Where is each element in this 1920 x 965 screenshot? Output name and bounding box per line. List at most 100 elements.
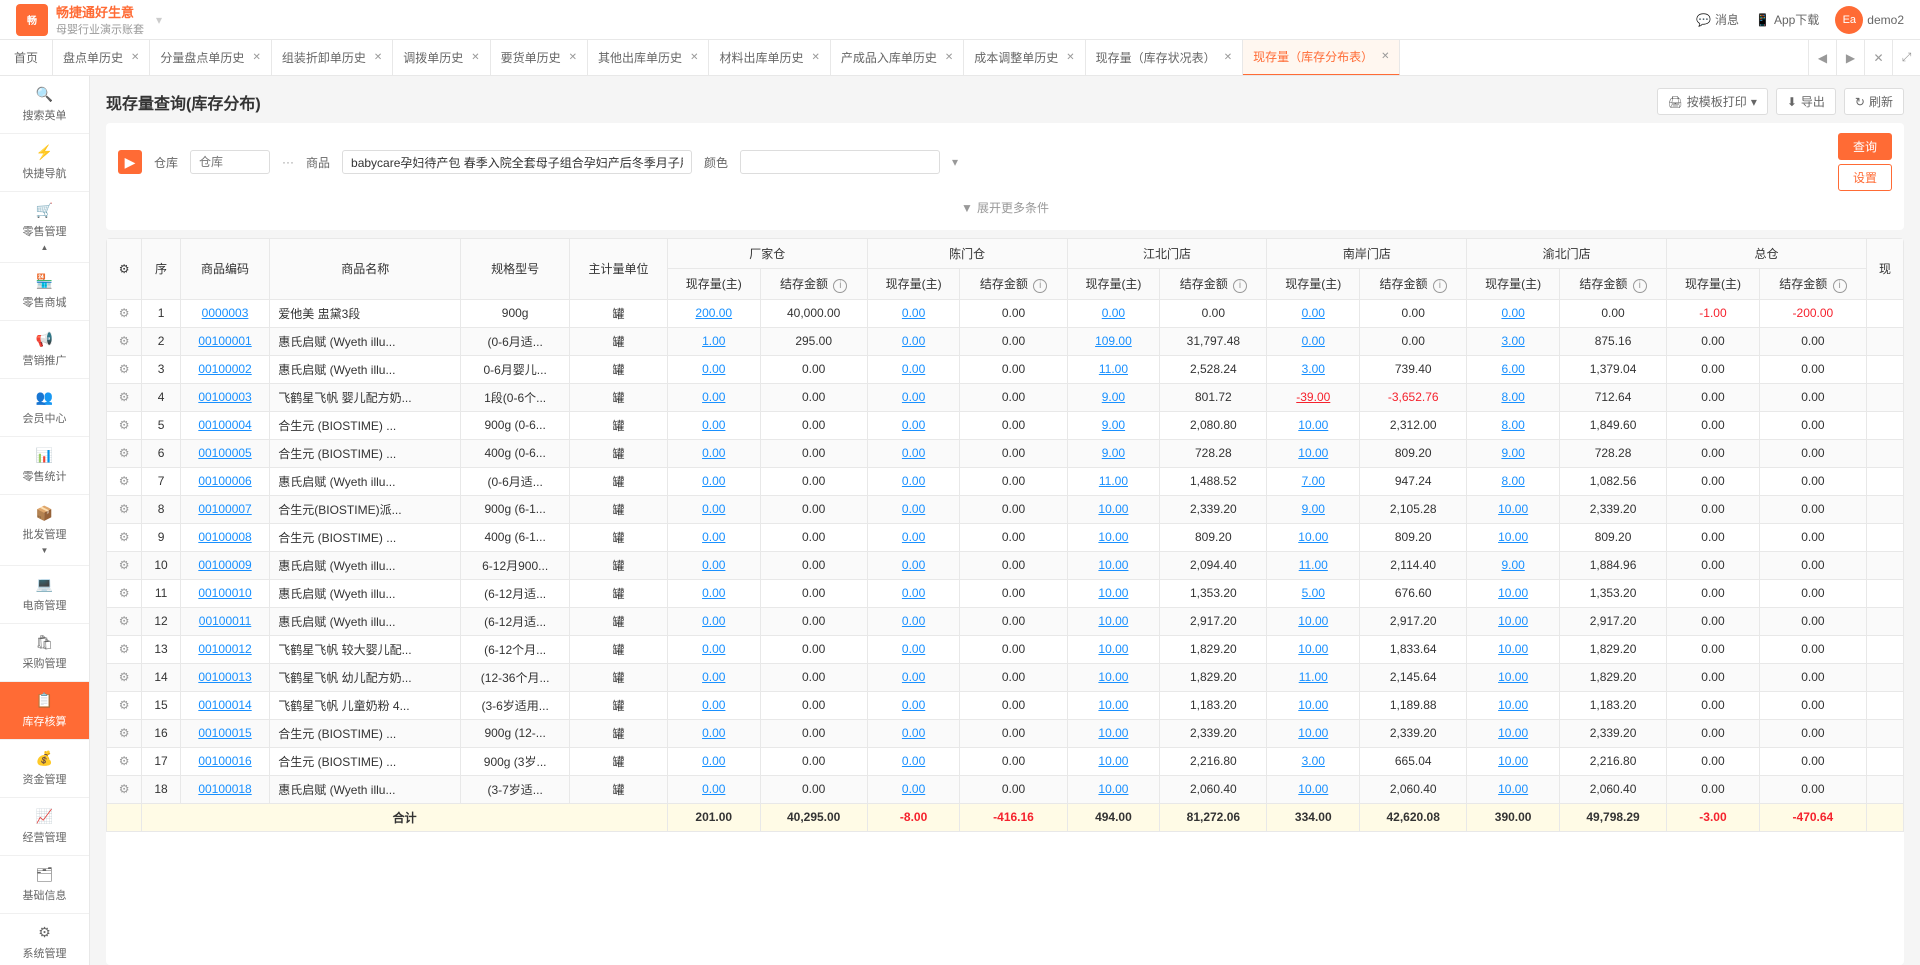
- set-button[interactable]: 设置: [1838, 164, 1892, 191]
- tab-home[interactable]: 首页: [0, 40, 53, 76]
- cell-settings-4[interactable]: ⚙: [107, 411, 142, 439]
- message-btn[interactable]: 💬 消息: [1696, 11, 1739, 28]
- cell-chen-qty-17: 0.00: [867, 775, 960, 803]
- app-download-btn[interactable]: 📱 App下载: [1755, 11, 1819, 28]
- cell-settings-14[interactable]: ⚙: [107, 691, 142, 719]
- tab-stock-status[interactable]: 现存量（库存状况表） ✕: [1086, 40, 1243, 76]
- cell-current-13: [1866, 663, 1903, 691]
- chen-amt-info[interactable]: i: [1033, 279, 1047, 293]
- user-profile[interactable]: Ea demo2: [1835, 6, 1904, 34]
- yb-amt-info[interactable]: i: [1633, 279, 1647, 293]
- cell-settings-6[interactable]: ⚙: [107, 467, 142, 495]
- cell-settings-9[interactable]: ⚙: [107, 551, 142, 579]
- th-settings[interactable]: ⚙: [107, 239, 142, 300]
- tab-product-in[interactable]: 产成品入库单历史 ✕: [831, 40, 964, 76]
- top-bar: 畅 畅捷通好生意 母婴行业演示账套 ▾ 💬 消息 📱 App下载 Ea demo…: [0, 0, 1920, 40]
- tab-close-product-in[interactable]: ✕: [945, 52, 953, 63]
- cell-jb-amt-5: 728.28: [1160, 439, 1267, 467]
- cell-settings-17[interactable]: ⚙: [107, 775, 142, 803]
- cell-index-14: 15: [142, 691, 181, 719]
- jb-amt-info[interactable]: i: [1233, 279, 1247, 293]
- sidebar-item-system[interactable]: ⚙ 系统管理: [0, 914, 89, 965]
- tab-close-substock[interactable]: ✕: [252, 52, 260, 63]
- tab-nav-buttons: ◀ ▶ ✕ ⤢: [1808, 40, 1920, 76]
- cell-na-qty-4: 10.00: [1267, 411, 1360, 439]
- print-btn[interactable]: 🖨 按模板打印 ▾: [1657, 88, 1768, 115]
- cell-settings-5[interactable]: ⚙: [107, 439, 142, 467]
- tab-close-combo[interactable]: ✕: [374, 52, 382, 63]
- sidebar-item-retail-stat[interactable]: 📊 零售统计: [0, 437, 89, 495]
- sidebar-item-operation[interactable]: 📈 经营管理: [0, 798, 89, 856]
- tab-transfer[interactable]: 调拨单历史 ✕: [393, 40, 490, 76]
- tab-stock-dist[interactable]: 现存量（库存分布表） ✕: [1243, 40, 1400, 76]
- sidebar-item-ecommerce[interactable]: 💻 电商管理: [0, 566, 89, 624]
- fac-amt-info[interactable]: i: [833, 279, 847, 293]
- sidebar-item-nav[interactable]: ⚡ 快捷导航: [0, 134, 89, 192]
- refresh-btn[interactable]: ↻ 刷新: [1844, 88, 1904, 115]
- tab-material-out[interactable]: 材料出库单历史 ✕: [709, 40, 830, 76]
- tab-other-out[interactable]: 其他出库单历史 ✕: [588, 40, 709, 76]
- cell-settings-8[interactable]: ⚙: [107, 523, 142, 551]
- warehouse-more-btn[interactable]: ···: [282, 155, 294, 169]
- tab-close-cost-adj[interactable]: ✕: [1066, 52, 1074, 63]
- warehouse-input[interactable]: [190, 150, 270, 174]
- cell-settings-11[interactable]: ⚙: [107, 607, 142, 635]
- th-total-warehouse: 总仓: [1667, 239, 1867, 269]
- tab-close-stock-status[interactable]: ✕: [1224, 52, 1232, 63]
- tab-combo[interactable]: 组装折卸单历史 ✕: [272, 40, 393, 76]
- cell-jb-amt-3: 801.72: [1160, 383, 1267, 411]
- tab-close-stock-dist[interactable]: ✕: [1381, 51, 1389, 62]
- th-fac-qty: 现存量(主): [667, 269, 760, 300]
- filter-collapse-btn[interactable]: ▶: [118, 150, 142, 174]
- sidebar-item-member[interactable]: 👥 会员中心: [0, 379, 89, 437]
- sidebar-item-stock[interactable]: 📋 库存核算: [0, 682, 89, 740]
- cell-settings-15[interactable]: ⚙: [107, 719, 142, 747]
- query-button[interactable]: 查询: [1838, 133, 1892, 160]
- na-amt-info[interactable]: i: [1433, 279, 1447, 293]
- tab-close-requisition[interactable]: ✕: [569, 52, 577, 63]
- tab-expand-btn[interactable]: ⤢: [1892, 40, 1920, 76]
- tab-close-stocktake[interactable]: ✕: [131, 52, 139, 63]
- cell-total-amt-2: 0.00: [1759, 355, 1866, 383]
- total-amt-info[interactable]: i: [1833, 279, 1847, 293]
- table-container[interactable]: ⚙ 序 商品编码 商品名称 规格型号 主计量单位 厂家仓 陈门仓 江北门店 南岸…: [106, 238, 1904, 965]
- cell-settings-16[interactable]: ⚙: [107, 747, 142, 775]
- operation-icon: 📈: [36, 808, 53, 825]
- cell-jb-qty-1: 109.00: [1067, 327, 1160, 355]
- color-input[interactable]: [740, 150, 940, 174]
- sidebar-item-marketing[interactable]: 📢 营销推广: [0, 321, 89, 379]
- tab-close-transfer[interactable]: ✕: [471, 52, 479, 63]
- cell-settings-12[interactable]: ⚙: [107, 635, 142, 663]
- tab-stocktake[interactable]: 盘点单历史 ✕: [53, 40, 150, 76]
- cell-na-amt-9: 2,114.40: [1360, 551, 1467, 579]
- sidebar-item-wholesale[interactable]: 📦 批发管理 ▼: [0, 495, 89, 566]
- subtitle-dropdown-icon[interactable]: ▾: [156, 13, 162, 27]
- sidebar-item-finance[interactable]: 💰 资金管理: [0, 740, 89, 798]
- sidebar-item-search[interactable]: 🔍 搜索英单: [0, 76, 89, 134]
- cell-settings-1[interactable]: ⚙: [107, 327, 142, 355]
- cell-settings-3[interactable]: ⚙: [107, 383, 142, 411]
- tab-close-material-out[interactable]: ✕: [811, 52, 819, 63]
- color-dropdown-icon[interactable]: ▾: [952, 155, 958, 169]
- cell-settings-2[interactable]: ⚙: [107, 355, 142, 383]
- tab-requisition[interactable]: 要货单历史 ✕: [491, 40, 588, 76]
- sidebar-item-purchase[interactable]: 🛍 采购管理: [0, 624, 89, 682]
- tab-prev-btn[interactable]: ◀: [1808, 40, 1836, 76]
- cell-settings-0[interactable]: ⚙: [107, 299, 142, 327]
- sidebar-item-retail[interactable]: 🛒 零售管理 ▲: [0, 192, 89, 263]
- summary-row: 合计 201.00 40,295.00 -8.00 -416.16 494.00…: [107, 803, 1904, 831]
- tab-substock[interactable]: 分量盘点单历史 ✕: [150, 40, 271, 76]
- cell-settings-7[interactable]: ⚙: [107, 495, 142, 523]
- cell-settings-10[interactable]: ⚙: [107, 579, 142, 607]
- export-btn[interactable]: ⬇ 导出: [1776, 88, 1836, 115]
- sidebar-item-basic[interactable]: 🗂 基础信息: [0, 856, 89, 914]
- sidebar-item-retail-shop[interactable]: 🏪 零售商城: [0, 263, 89, 321]
- tab-close-all-btn[interactable]: ✕: [1864, 40, 1892, 76]
- summary-fac-qty: 201.00: [667, 803, 760, 831]
- goods-input[interactable]: [342, 150, 692, 174]
- tab-cost-adj[interactable]: 成本调整单历史 ✕: [964, 40, 1085, 76]
- tab-close-other-out[interactable]: ✕: [690, 52, 698, 63]
- cell-settings-13[interactable]: ⚙: [107, 663, 142, 691]
- filter-expand-btn[interactable]: ▼ 展开更多条件: [118, 195, 1892, 220]
- tab-next-btn[interactable]: ▶: [1836, 40, 1864, 76]
